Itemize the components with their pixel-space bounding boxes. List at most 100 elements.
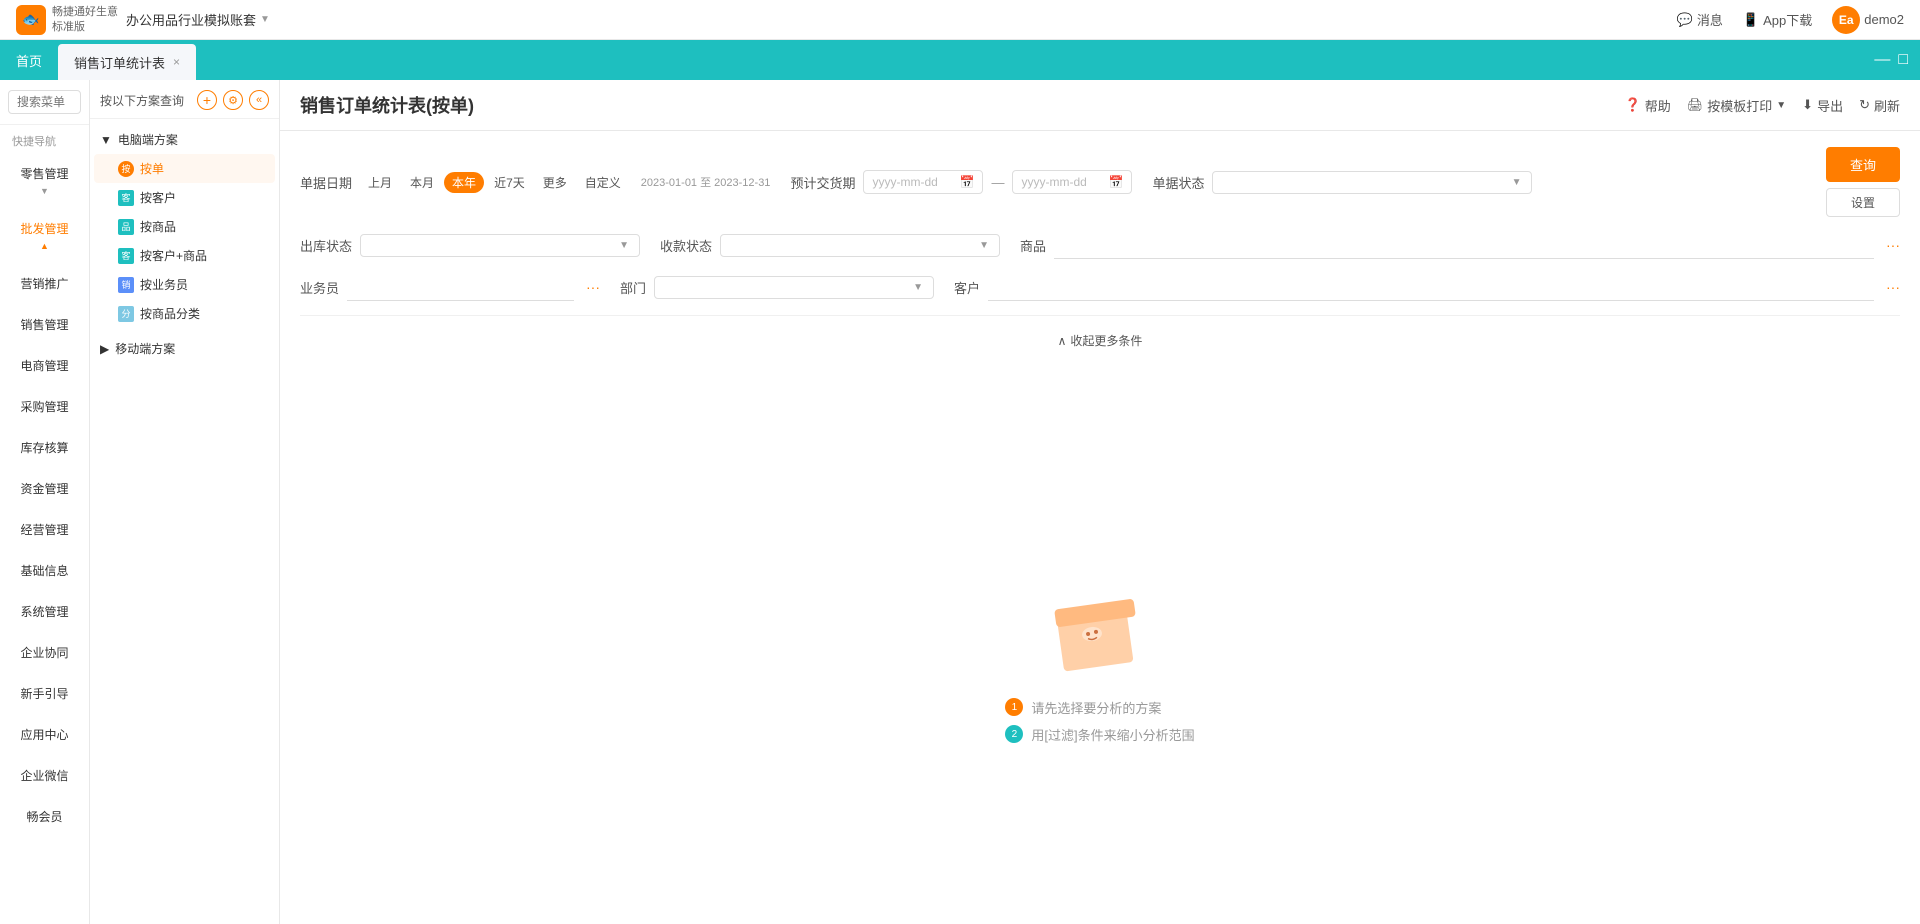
chevron-down-icon: ▼ <box>1512 177 1522 188</box>
scheme-item-by-goods[interactable]: 品 按商品 <box>94 212 275 241</box>
message-button[interactable]: 💬 消息 <box>1677 10 1723 29</box>
sidebar-item-label: 资金管理 <box>20 480 68 497</box>
payment-status-select[interactable]: ▼ <box>720 234 1000 257</box>
scheme-group-title-mobile[interactable]: ▶ 移动端方案 <box>90 334 279 363</box>
tab-actions: — □ <box>1874 51 1920 69</box>
sidebar-item-label: 销售管理 <box>20 316 68 333</box>
tabbar: 首页 销售订单统计表 × — □ <box>0 40 1920 80</box>
date-custom-btn[interactable]: 自定义 <box>577 172 629 193</box>
payment-status-label: 收款状态 <box>660 236 712 255</box>
sidebar-item-purchase[interactable]: 采购管理 <box>0 386 89 427</box>
topbar: 🐟 畅捷通好生意 标准版 办公用品行业模拟账套 ▼ 💬 消息 📱 App下载 E… <box>0 0 1920 40</box>
sidebar-item-wechat[interactable]: 企业微信 <box>0 755 89 796</box>
left-panel-title: 按以下方案查询 <box>100 92 184 109</box>
help-button[interactable]: ❓ 帮助 <box>1625 96 1671 115</box>
customer-input[interactable] <box>988 273 1874 301</box>
scheme-item-by-customer-goods[interactable]: 客 按客户+商品 <box>94 241 275 270</box>
scheme-item-by-order[interactable]: 按 按单 <box>94 154 275 183</box>
sidebar-item-marketing[interactable]: 营销推广 <box>0 263 89 304</box>
page-header-actions: ❓ 帮助 🖨 按模板打印 ▼ ⬇ 导出 ↻ 刷新 <box>1625 96 1900 127</box>
date-this-month-btn[interactable]: 本月 <box>402 172 442 193</box>
sidebar-item-system[interactable]: 系统管理 <box>0 591 89 632</box>
collapse-row: ∧ 收起更多条件 <box>300 315 1900 365</box>
scheme-item-by-customer[interactable]: 客 按客户 <box>94 183 275 212</box>
scheme-group-title-desktop[interactable]: ▼ 电脑端方案 <box>90 125 279 154</box>
left-panel-actions: + ⚙ « <box>197 90 269 110</box>
sidebar-item-operations[interactable]: 经营管理 <box>0 509 89 550</box>
date-this-year-btn[interactable]: 本年 <box>444 172 484 193</box>
sidebar-item-apps[interactable]: 应用中心 <box>0 714 89 755</box>
minimize-icon[interactable]: — <box>1874 51 1890 69</box>
bill-status-select[interactable]: ▼ <box>1212 171 1532 194</box>
calendar-icon-2: 📅 <box>1109 175 1124 189</box>
print-icon: 🖨 <box>1687 97 1704 113</box>
date-7days-btn[interactable]: 近7天 <box>486 172 533 193</box>
refresh-icon: ↻ <box>1859 97 1870 113</box>
scheme-settings-button[interactable]: ⚙ <box>223 90 243 110</box>
page-header: 销售订单统计表(按单) ❓ 帮助 🖨 按模板打印 ▼ ⬇ 导出 <box>280 80 1920 131</box>
salesperson-input[interactable] <box>347 273 574 301</box>
left-panel-header: 按以下方案查询 + ⚙ « <box>90 90 279 119</box>
sidebar-item-basic-info[interactable]: 基础信息 <box>0 550 89 591</box>
sidebar-item-label: 批发管理 <box>20 220 68 237</box>
expected-date-to-input[interactable]: yyyy-mm-dd 📅 <box>1012 170 1132 194</box>
maximize-icon[interactable]: □ <box>1898 51 1908 69</box>
customer-more-icon[interactable]: ··· <box>1886 279 1900 295</box>
sidebar-item-label: 库存核算 <box>20 439 68 456</box>
sidebar-item-wholesale[interactable]: 批发管理 ▲ <box>0 208 89 263</box>
scheme-icon-circle: 按 <box>118 161 134 177</box>
customer-label: 客户 <box>954 278 980 297</box>
app-download-button[interactable]: 📱 App下载 <box>1743 10 1812 29</box>
user-profile[interactable]: Ea demo2 <box>1832 6 1904 34</box>
scheme-icon-customer: 客 <box>118 190 134 206</box>
collapse-button[interactable]: ∧ 收起更多条件 <box>1058 332 1143 349</box>
workspace-selector[interactable]: 办公用品行业模拟账套 ▼ <box>126 10 270 29</box>
sidebar-item-newuser[interactable]: 新手引导 <box>0 673 89 714</box>
add-scheme-button[interactable]: + <box>197 90 217 110</box>
goods-more-icon[interactable]: ··· <box>1886 237 1900 253</box>
date-last-month-btn[interactable]: 上月 <box>360 172 400 193</box>
export-button[interactable]: ⬇ 导出 <box>1802 96 1843 115</box>
sidebar-item-label: 应用中心 <box>20 726 68 743</box>
filter-item-department: 部门 ▼ <box>620 276 934 299</box>
sidebar-item-finance[interactable]: 资金管理 <box>0 468 89 509</box>
scheme-item-by-category[interactable]: 分 按商品分类 <box>94 299 275 328</box>
sidebar-item-member[interactable]: 畅会员 <box>0 796 89 837</box>
filter-item-expected-date: 预计交货期 yyyy-mm-dd 📅 — yyyy-mm-dd 📅 <box>790 170 1132 194</box>
query-button[interactable]: 查询 <box>1826 147 1900 182</box>
salesperson-more-icon[interactable]: ··· <box>586 279 600 295</box>
empty-illustration <box>1040 562 1160 682</box>
sidebar: 快捷导航 零售管理 ▼ 批发管理 ▲ 营销推广 销售管理 电商管理 采购管理 库… <box>0 80 90 924</box>
scheme-icon-goods: 品 <box>118 219 134 235</box>
sidebar-item-inventory[interactable]: 库存核算 <box>0 427 89 468</box>
bill-status-label: 单据状态 <box>1152 173 1204 192</box>
date-more-btn[interactable]: 更多 <box>535 172 575 193</box>
salesperson-label: 业务员 <box>300 278 339 297</box>
collapse-panel-button[interactable]: « <box>249 90 269 110</box>
department-select[interactable]: ▼ <box>654 276 934 299</box>
main-area: 销售订单统计表(按单) ❓ 帮助 🖨 按模板打印 ▼ ⬇ 导出 <box>280 80 1920 924</box>
expected-date-from-input[interactable]: yyyy-mm-dd 📅 <box>863 170 983 194</box>
filter-settings-button[interactable]: 设置 <box>1826 188 1900 217</box>
tab-close-icon[interactable]: × <box>173 55 180 69</box>
print-template-button[interactable]: 🖨 按模板打印 ▼ <box>1687 96 1786 115</box>
refresh-button[interactable]: ↻ 刷新 <box>1859 96 1900 115</box>
chevron-down-icon: ▼ <box>619 240 629 251</box>
search-input[interactable] <box>8 90 81 114</box>
filter-item-out-status: 出库状态 ▼ <box>300 234 640 257</box>
scheme-item-by-salesperson[interactable]: 销 按业务员 <box>94 270 275 299</box>
tab-home[interactable]: 首页 <box>0 40 58 80</box>
out-status-select[interactable]: ▼ <box>360 234 640 257</box>
filter-item-customer: 客户 ··· <box>954 273 1900 301</box>
sidebar-item-enterprise[interactable]: 企业协同 <box>0 632 89 673</box>
collapse-up-icon: ∧ <box>1058 334 1067 348</box>
goods-input[interactable] <box>1054 231 1874 259</box>
sidebar-item-ecommerce[interactable]: 电商管理 <box>0 345 89 386</box>
sidebar-item-label: 采购管理 <box>20 398 68 415</box>
sidebar-item-sales[interactable]: 销售管理 <box>0 304 89 345</box>
tab-sales-stats[interactable]: 销售订单统计表 × <box>58 44 196 80</box>
help-icon: ❓ <box>1625 97 1641 113</box>
goods-label: 商品 <box>1020 236 1046 255</box>
empty-area: 1 请先选择要分析的方案 2 用[过滤]条件来缩小分析范围 <box>280 381 1920 924</box>
sidebar-item-retail[interactable]: 零售管理 ▼ <box>0 153 89 208</box>
